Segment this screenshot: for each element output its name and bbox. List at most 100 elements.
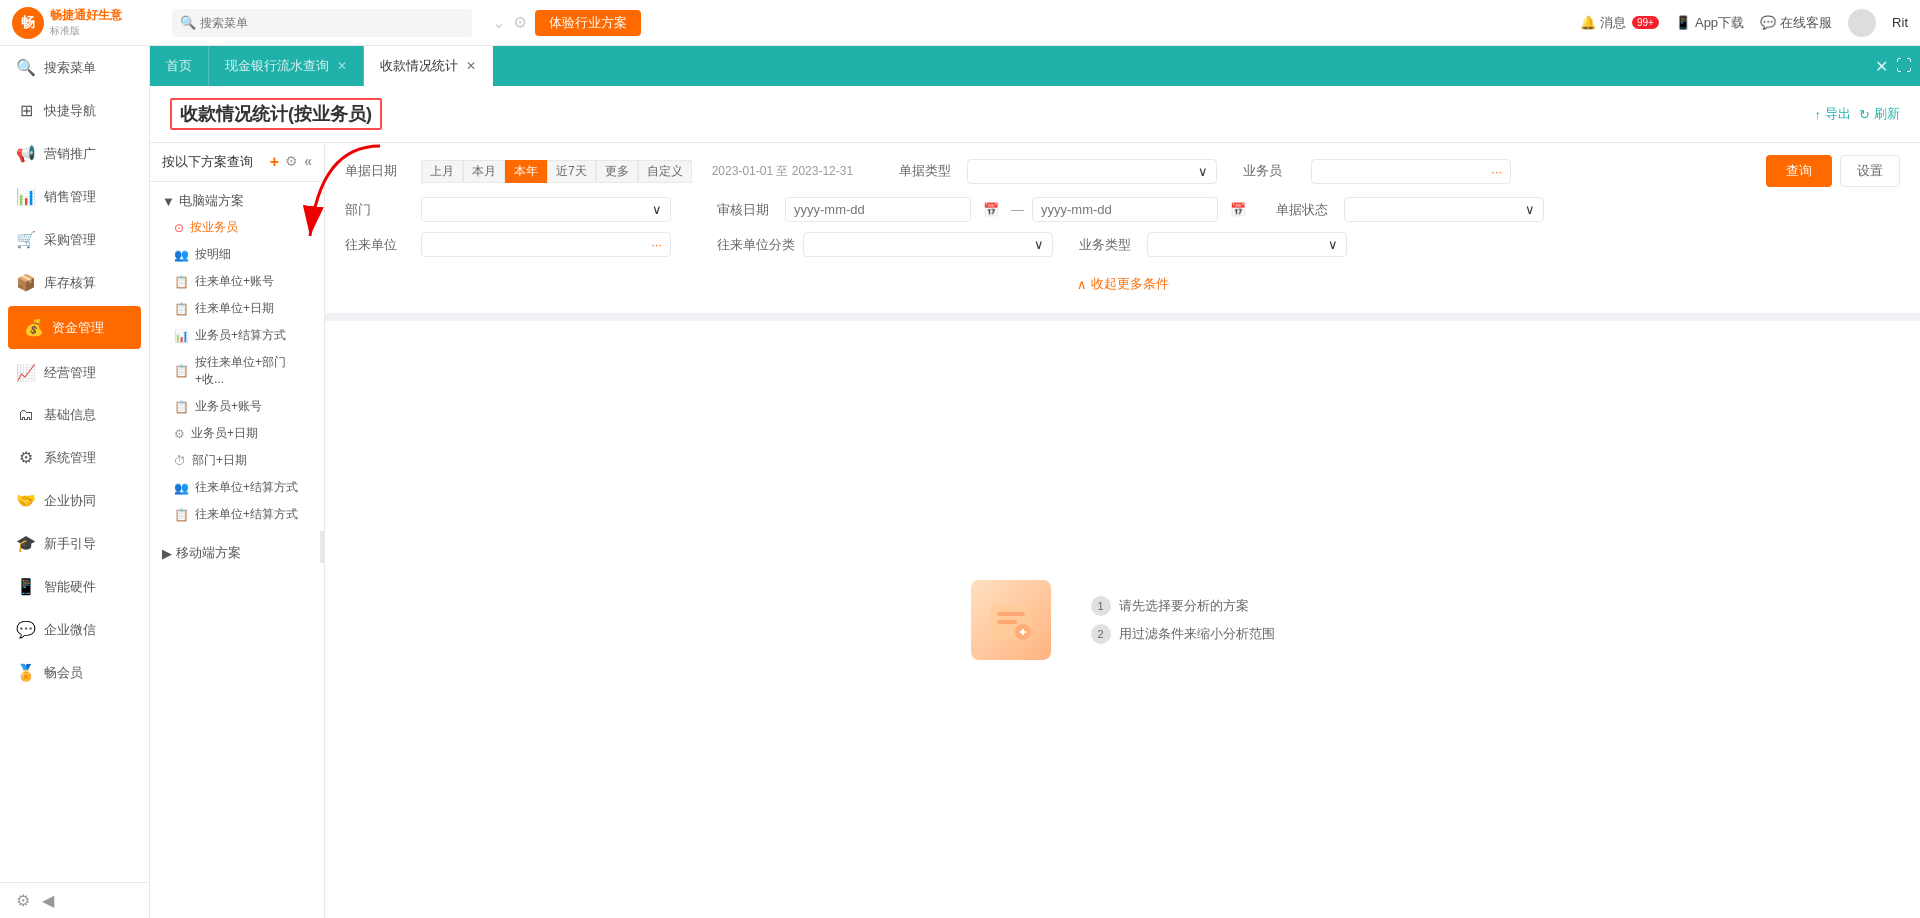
scheme-item-by-salesperson[interactable]: ⊙ 按业务员	[150, 214, 324, 241]
scheme-item-salesperson-date[interactable]: ⚙ 业务员+日期	[150, 420, 324, 447]
sidebar-item-marketing[interactable]: 📢 营销推广	[0, 132, 149, 175]
collection-stat-label: 收款情况统计	[380, 57, 458, 75]
chevron-down-icon: ▼	[162, 194, 175, 209]
doc-status-chevron: ∨	[1525, 202, 1535, 217]
scheme-item-unit-account[interactable]: 📋 往来单位+账号	[150, 268, 324, 295]
scheme-item-unit-dept-collection[interactable]: 📋 按往来单位+部门+收...	[150, 349, 324, 393]
refresh-btn[interactable]: ↻ 刷新	[1859, 105, 1900, 123]
tab-fullscreen-btn[interactable]: ⛶	[1896, 57, 1912, 75]
online-service-btn[interactable]: 💬 在线客服	[1760, 14, 1832, 32]
unit-date-icon: 📋	[174, 302, 189, 316]
main-split: 按以下方案查询 + ⚙ « ▼ 电脑端方案 ⊙ 按业务员	[150, 143, 1920, 918]
sidebar-item-search[interactable]: 🔍 搜索菜单	[0, 46, 149, 89]
tab-close-all-btn[interactable]: ✕	[1875, 57, 1888, 76]
scheme-add-btn[interactable]: +	[270, 153, 279, 171]
scheme-settings-btn[interactable]: ⚙	[285, 153, 298, 171]
audit-date-end[interactable]	[1032, 197, 1218, 222]
tab-home[interactable]: 首页	[150, 46, 209, 86]
sidebar-item-system[interactable]: ⚙ 系统管理	[0, 436, 149, 479]
audit-date-start[interactable]	[785, 197, 971, 222]
sidebar-item-wechat[interactable]: 💬 企业微信	[0, 608, 149, 651]
scheme-item-salesperson-account[interactable]: 📋 业务员+账号	[150, 393, 324, 420]
guide-icon: 🎓	[16, 534, 36, 553]
dropdown-icon: ⌄	[492, 13, 505, 32]
sales-icon: 📊	[16, 187, 36, 206]
username: Rit	[1892, 15, 1908, 30]
settings-bottom-btn[interactable]: ⚙	[16, 891, 30, 910]
filter-settings-btn[interactable]: 设置	[1840, 155, 1900, 187]
scheme-item-unit-settlement2[interactable]: 📋 往来单位+结算方式	[150, 501, 324, 528]
content-area: 首页 现金银行流水查询 ✕ 收款情况统计 ✕ ✕ ⛶ 收款情况统计(按业务员) …	[150, 46, 1920, 918]
counterpart-more-btn[interactable]: ···	[651, 237, 662, 252]
empty-step-1: 1 请先选择要分析的方案	[1091, 596, 1275, 616]
export-btn[interactable]: ↑ 导出	[1815, 105, 1852, 123]
business-type-select[interactable]: ∨	[1147, 232, 1347, 257]
logo-text-block: 畅捷通好生意 标准版	[50, 7, 122, 38]
sidebar-item-member[interactable]: 🏅 畅会员	[0, 651, 149, 694]
date-tab-last-month[interactable]: 上月	[421, 160, 463, 183]
counterpart-select[interactable]: ···	[421, 232, 671, 257]
doc-status-label: 单据状态	[1276, 201, 1336, 219]
doc-type-select[interactable]: ∨	[967, 159, 1217, 184]
avatar[interactable]	[1848, 9, 1876, 37]
tab-bank-flow[interactable]: 现金银行流水查询 ✕	[209, 46, 364, 86]
app-download-btn[interactable]: 📱 App下载	[1675, 14, 1744, 32]
date-tab-custom[interactable]: 自定义	[638, 160, 692, 183]
query-btn[interactable]: 查询	[1766, 155, 1832, 187]
scheme-button[interactable]: 体验行业方案	[535, 10, 641, 36]
scheme-item-by-detail[interactable]: 👥 按明细	[150, 241, 324, 268]
business-type-group: 业务类型 ∨	[1079, 232, 1347, 257]
date-tab-this-month[interactable]: 本月	[463, 160, 505, 183]
sidebar-item-hardware[interactable]: 📱 智能硬件	[0, 565, 149, 608]
sidebar-item-enterprise[interactable]: 🤝 企业协同	[0, 479, 149, 522]
scheme-item-dept-date[interactable]: ⏱ 部门+日期	[150, 447, 324, 474]
tab-close-collection[interactable]: ✕	[466, 59, 476, 73]
business-type-label: 业务类型	[1079, 236, 1139, 254]
sidebar-item-finance[interactable]: 💰 资金管理	[8, 306, 141, 349]
collapse-scheme-panel-btn[interactable]: «	[320, 531, 325, 563]
scheme-item-salesperson-settlement[interactable]: 📊 业务员+结算方式	[150, 322, 324, 349]
collapse-bottom-btn[interactable]: ◀	[42, 891, 54, 910]
calendar-icon-end: 📅	[1230, 202, 1246, 217]
counterpart-cat-chevron: ∨	[1034, 237, 1044, 252]
counterpart-cat-select[interactable]: ∨	[803, 232, 1053, 257]
salesperson-select[interactable]: ···	[1311, 159, 1511, 184]
settings-icon[interactable]: ⚙	[513, 13, 527, 32]
svg-rect-1	[997, 612, 1025, 616]
sidebar-item-inventory[interactable]: 📦 库存核算	[0, 261, 149, 304]
scheme-collapse-btn[interactable]: «	[304, 153, 312, 171]
sidebar-item-operation[interactable]: 📈 经营管理	[0, 351, 149, 394]
tab-bar-right: ✕ ⛶	[1875, 57, 1920, 76]
tab-close-bank-flow[interactable]: ✕	[337, 59, 347, 73]
date-tab-last7[interactable]: 近7天	[547, 160, 596, 183]
collapse-filter-btn[interactable]: ∧ 收起更多条件	[345, 267, 1900, 301]
page-title: 收款情况统计(按业务员)	[170, 98, 382, 130]
salesperson-more-btn[interactable]: ···	[1491, 164, 1502, 179]
sidebar-item-basic[interactable]: 🗂 基础信息	[0, 394, 149, 436]
scheme-item-unit-date[interactable]: 📋 往来单位+日期	[150, 295, 324, 322]
date-label: 单据日期	[345, 162, 405, 180]
unit-settlement2-icon: 📋	[174, 508, 189, 522]
mobile-group-title[interactable]: ▶ 移动端方案	[150, 540, 324, 566]
scheme-item-unit-settlement1[interactable]: 👥 往来单位+结算方式	[150, 474, 324, 501]
sidebar-item-guide[interactable]: 🎓 新手引导	[0, 522, 149, 565]
counterpart-cat-label: 往来单位分类	[717, 236, 795, 254]
date-dash: —	[1011, 202, 1024, 217]
service-icon: 💬	[1760, 15, 1776, 30]
hardware-icon: 📱	[16, 577, 36, 596]
search-bar[interactable]: 🔍	[172, 9, 472, 37]
sidebar-item-sales[interactable]: 📊 销售管理	[0, 175, 149, 218]
tab-collection-stat[interactable]: 收款情况统计 ✕	[364, 46, 493, 86]
active-scheme-icon: ⊙	[174, 221, 184, 235]
sidebar-item-purchase[interactable]: 🛒 采购管理	[0, 218, 149, 261]
messages-btn[interactable]: 🔔 消息 99+	[1580, 14, 1659, 32]
date-tab-more[interactable]: 更多	[596, 160, 638, 183]
dept-select[interactable]: ∨	[421, 197, 671, 222]
search-input[interactable]	[200, 16, 464, 30]
desktop-group-title[interactable]: ▼ 电脑端方案	[150, 188, 324, 214]
salesperson-group: 业务员 ···	[1243, 159, 1511, 184]
date-tab-this-year[interactable]: 本年	[505, 160, 547, 183]
doc-status-select[interactable]: ∨	[1344, 197, 1544, 222]
sidebar-item-quick-nav[interactable]: ⊞ 快捷导航	[0, 89, 149, 132]
salesperson-settlement-icon: 📊	[174, 329, 189, 343]
